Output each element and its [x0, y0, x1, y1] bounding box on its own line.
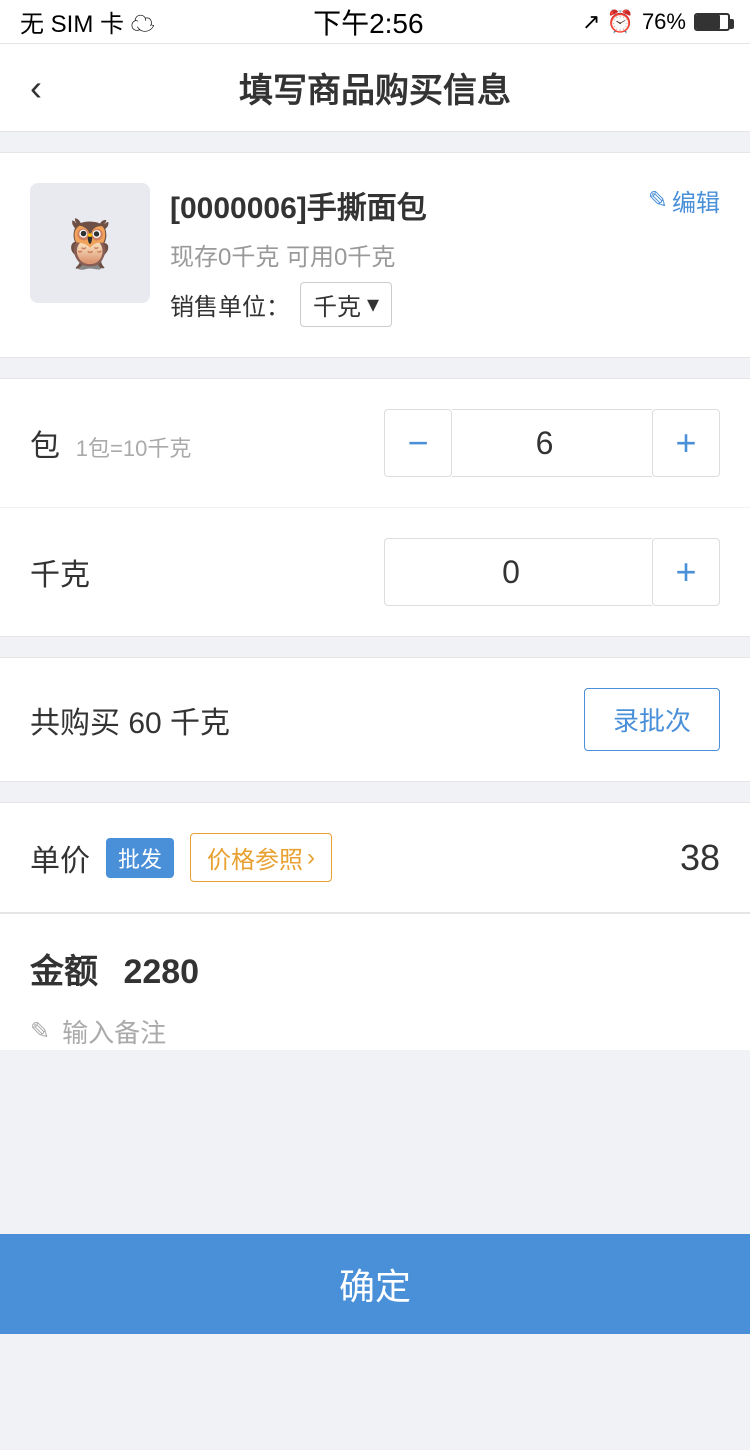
- edit-button[interactable]: ✎ 编辑: [648, 183, 720, 218]
- product-unit-row: 销售单位： 千克 ▾: [170, 282, 720, 327]
- battery-bar: [694, 13, 730, 31]
- note-row[interactable]: ✎ 输入备注: [30, 1013, 720, 1050]
- product-image: 🦉: [30, 183, 150, 303]
- note-pencil-icon: ✎: [30, 1017, 50, 1046]
- edit-icon: ✎: [648, 186, 668, 215]
- status-bar: 无 SIM 卡 ☁ 下午2:56 ↗ ⏰ 76%: [0, 0, 750, 44]
- back-button[interactable]: ‹: [30, 67, 42, 109]
- unit-value: 千克: [313, 287, 361, 322]
- status-left: 无 SIM 卡 ☁: [20, 4, 155, 39]
- bao-label-group: 包 1包=10千克: [30, 421, 191, 465]
- amount-section: 金额 2280 ✎ 输入备注: [0, 913, 750, 1050]
- price-ref-button[interactable]: 价格参照 ›: [190, 833, 332, 882]
- price-section: 单价 批发 价格参照 › 38: [0, 802, 750, 913]
- bao-quantity-row: 包 1包=10千克 − +: [0, 379, 750, 508]
- price-ref-label: 价格参照: [207, 840, 303, 875]
- status-right: ↗ ⏰ 76%: [582, 9, 730, 35]
- price-value: 38: [680, 837, 720, 879]
- product-info: [0000006]手撕面包 现存0千克 可用0千克 销售单位： 千克 ▾ ✎ 编…: [170, 183, 720, 327]
- bao-plus-button[interactable]: +: [652, 409, 720, 477]
- bao-label: 包: [30, 430, 60, 463]
- bao-input[interactable]: [452, 409, 652, 477]
- total-row: 共购买 60 千克 录批次: [0, 657, 750, 782]
- kg-input[interactable]: [384, 538, 652, 606]
- kg-label-group: 千克: [30, 550, 90, 594]
- battery-level: 76%: [642, 9, 686, 35]
- sim-status: 无 SIM 卡 ☁: [20, 4, 155, 39]
- unit-arrow-icon: ▾: [367, 290, 379, 319]
- record-batch-button[interactable]: 录批次: [584, 688, 720, 751]
- kg-label: 千克: [30, 559, 90, 592]
- price-tag: 批发: [106, 838, 174, 878]
- amount-label: 金额: [30, 953, 98, 991]
- bao-minus-button[interactable]: −: [384, 409, 452, 477]
- price-label: 单价: [30, 836, 90, 880]
- kg-controls: +: [384, 538, 720, 606]
- unit-label: 销售单位：: [170, 287, 290, 322]
- unit-select[interactable]: 千克 ▾: [300, 282, 392, 327]
- kg-plus-button[interactable]: +: [652, 538, 720, 606]
- note-placeholder: 输入备注: [62, 1013, 166, 1050]
- nav-bar: ‹ 填写商品购买信息: [0, 44, 750, 132]
- amount-value: 2280: [123, 953, 199, 991]
- kg-quantity-row: 千克 +: [0, 508, 750, 636]
- status-time: 下午2:56: [313, 2, 424, 42]
- product-name: [0000006]手撕面包: [170, 183, 720, 227]
- edit-label: 编辑: [672, 183, 720, 218]
- product-logo-icon: 🦉: [60, 215, 120, 272]
- page-title: 填写商品购买信息: [239, 63, 511, 112]
- total-text: 共购买 60 千克: [30, 698, 230, 742]
- product-stock: 现存0千克 可用0千克: [170, 237, 720, 272]
- price-ref-arrow-icon: ›: [307, 844, 315, 872]
- quantity-section: 包 1包=10千克 − + 千克 +: [0, 378, 750, 637]
- battery-icon: ↗ ⏰: [582, 9, 634, 35]
- product-card: 🦉 [0000006]手撕面包 现存0千克 可用0千克 销售单位： 千克 ▾ ✎…: [0, 152, 750, 358]
- amount-row: 金额 2280: [30, 944, 720, 993]
- bao-sub: 1包=10千克: [76, 436, 192, 461]
- bao-controls: − +: [384, 409, 720, 477]
- confirm-button[interactable]: 确定: [0, 1234, 750, 1334]
